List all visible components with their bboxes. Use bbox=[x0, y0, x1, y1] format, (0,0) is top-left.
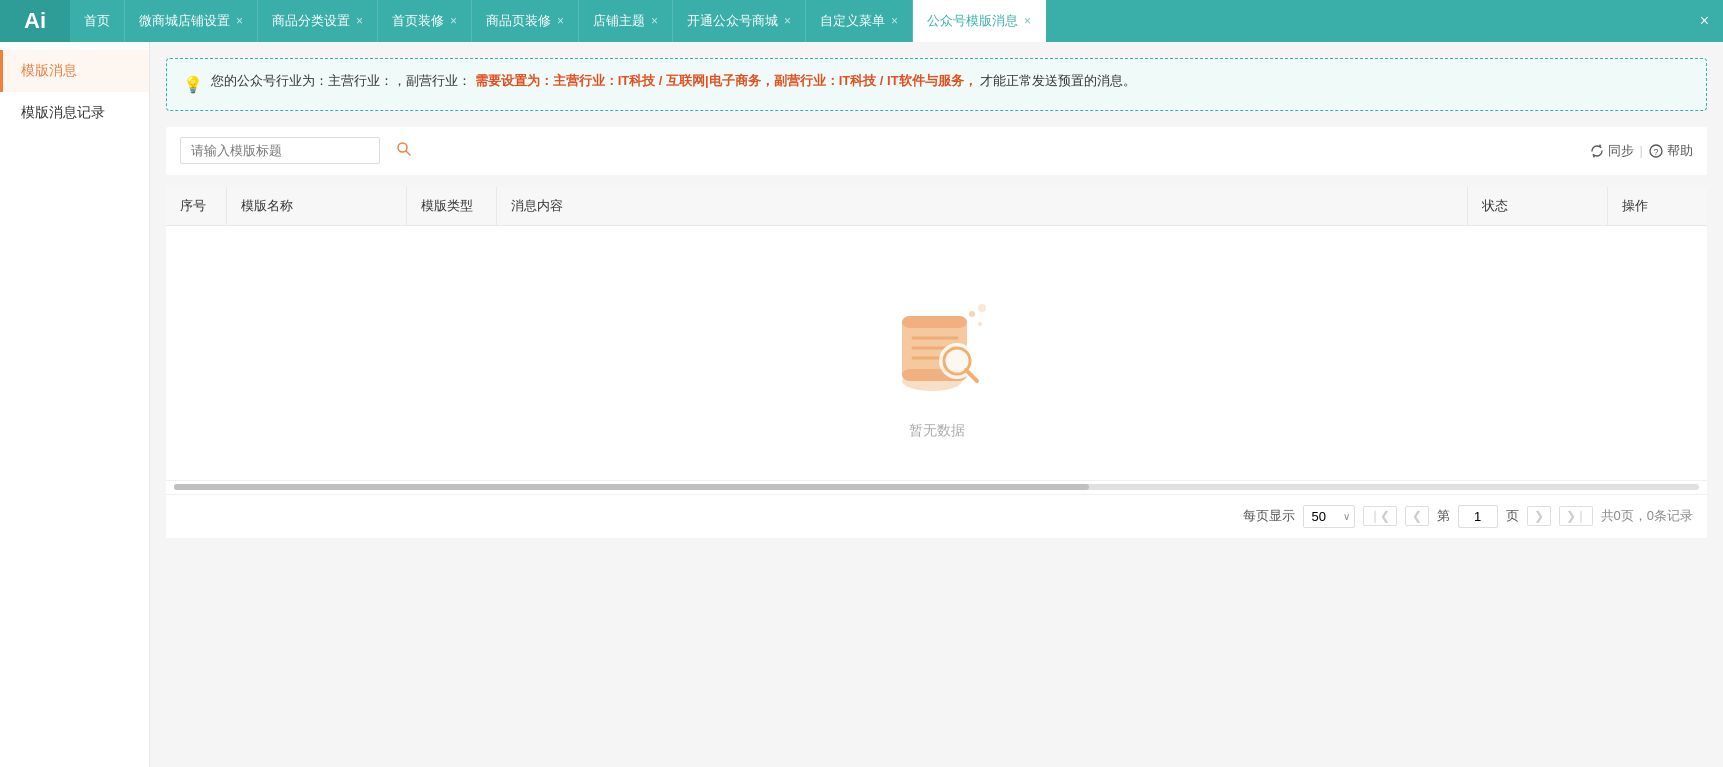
notice-icon: 💡 bbox=[183, 72, 203, 98]
page-unit: 页 bbox=[1506, 507, 1519, 525]
topbar-tab-custom-menu[interactable]: 自定义菜单 × bbox=[806, 0, 913, 42]
col-status: 状态 bbox=[1467, 187, 1607, 226]
topbar-tab-category-settings[interactable]: 商品分类设置 × bbox=[258, 0, 378, 42]
last-page-button[interactable]: ❯❘ bbox=[1559, 506, 1593, 526]
tab-close-shop-theme[interactable]: × bbox=[651, 14, 658, 28]
svg-point-15 bbox=[978, 322, 982, 326]
topbar-tab-template-message[interactable]: 公众号模版消息 × bbox=[913, 0, 1046, 42]
topbar-tabs: 首页微商城店铺设置 ×商品分类设置 ×首页装修 ×商品页装修 ×店铺主题 ×开通… bbox=[70, 0, 1686, 42]
sidebar-item-template-record[interactable]: 模版消息记录 bbox=[0, 92, 149, 134]
sidebar: 模版消息模版消息记录 bbox=[0, 42, 150, 767]
help-icon: ? bbox=[1649, 144, 1663, 158]
content-area: 💡 您的公众号行业为：主营行业：，副营行业： 需要设置为：主营行业：IT科技 /… bbox=[150, 42, 1723, 767]
sync-icon bbox=[1590, 144, 1604, 158]
col-action: 操作 bbox=[1607, 187, 1707, 226]
empty-state: 暂无数据 bbox=[166, 226, 1707, 480]
search-input[interactable] bbox=[180, 137, 380, 164]
search-right: 同步 | ? 帮助 bbox=[1590, 142, 1693, 160]
tab-close-home-decoration[interactable]: × bbox=[450, 14, 457, 28]
svg-rect-6 bbox=[902, 316, 967, 328]
topbar-tab-home[interactable]: 首页 bbox=[70, 0, 125, 42]
page-size-label: 每页显示 bbox=[1243, 507, 1295, 525]
empty-illustration-svg bbox=[877, 286, 997, 406]
scrollbar-thumb[interactable] bbox=[174, 484, 1089, 490]
svg-text:?: ? bbox=[1653, 147, 1658, 157]
divider: | bbox=[1640, 143, 1643, 158]
search-row: 同步 | ? 帮助 bbox=[166, 127, 1707, 175]
scrollbar-track[interactable] bbox=[174, 484, 1699, 490]
topbar: Ai 首页微商城店铺设置 ×商品分类设置 ×首页装修 ×商品页装修 ×店铺主题 … bbox=[0, 0, 1723, 42]
topbar-tab-product-decoration[interactable]: 商品页装修 × bbox=[472, 0, 579, 42]
topbar-tab-home-decoration[interactable]: 首页装修 × bbox=[378, 0, 472, 42]
empty-illustration bbox=[877, 286, 997, 406]
tab-close-open-mall[interactable]: × bbox=[784, 14, 791, 28]
first-page-button[interactable]: ❘❮ bbox=[1363, 506, 1397, 526]
next-page-button[interactable]: ❯ bbox=[1527, 506, 1551, 526]
tab-close-template-message[interactable]: × bbox=[1024, 14, 1031, 28]
total-info: 共0页，0条记录 bbox=[1601, 507, 1693, 525]
sync-button[interactable]: 同步 bbox=[1590, 142, 1634, 160]
search-left bbox=[180, 137, 420, 165]
table-header-row: 序号 模版名称 模版类型 消息内容 状态 操作 bbox=[166, 187, 1707, 226]
prev-page-button[interactable]: ❮ bbox=[1405, 506, 1429, 526]
app-logo: Ai bbox=[0, 0, 70, 42]
scrollbar-area[interactable] bbox=[166, 480, 1707, 494]
search-button[interactable] bbox=[388, 137, 420, 165]
col-index: 序号 bbox=[166, 187, 226, 226]
svg-point-14 bbox=[969, 311, 975, 317]
topbar-tab-shop-theme[interactable]: 店铺主题 × bbox=[579, 0, 673, 42]
svg-line-1 bbox=[406, 151, 410, 155]
notice-text: 您的公众号行业为：主营行业：，副营行业： 需要设置为：主营行业：IT科技 / 互… bbox=[211, 71, 1690, 92]
col-name: 模版名称 bbox=[226, 187, 406, 226]
table-header: 序号 模版名称 模版类型 消息内容 状态 操作 bbox=[166, 187, 1707, 226]
tab-close-custom-menu[interactable]: × bbox=[891, 14, 898, 28]
svg-point-16 bbox=[978, 304, 986, 312]
search-icon bbox=[396, 141, 412, 157]
page-label: 第 bbox=[1437, 507, 1450, 525]
tab-close-shop-settings[interactable]: × bbox=[236, 14, 243, 28]
page-size-wrapper: 50 10 20 100 bbox=[1303, 505, 1355, 528]
sidebar-item-template-msg[interactable]: 模版消息 bbox=[0, 50, 149, 92]
topbar-tab-shop-settings[interactable]: 微商城店铺设置 × bbox=[125, 0, 258, 42]
page-size-select[interactable]: 50 10 20 100 bbox=[1303, 505, 1355, 528]
tab-close-product-decoration[interactable]: × bbox=[557, 14, 564, 28]
help-button[interactable]: ? 帮助 bbox=[1649, 142, 1693, 160]
table-wrapper: 序号 模版名称 模版类型 消息内容 状态 操作 bbox=[166, 187, 1707, 538]
col-content: 消息内容 bbox=[496, 187, 1467, 226]
main-layout: 模版消息模版消息记录 💡 您的公众号行业为：主营行业：，副营行业： 需要设置为：… bbox=[0, 42, 1723, 767]
notice-bar: 💡 您的公众号行业为：主营行业：，副营行业： 需要设置为：主营行业：IT科技 /… bbox=[166, 58, 1707, 111]
topbar-tab-open-mall[interactable]: 开通公众号商城 × bbox=[673, 0, 806, 42]
tab-close-category-settings[interactable]: × bbox=[356, 14, 363, 28]
close-all-button[interactable]: × bbox=[1686, 0, 1723, 42]
empty-text: 暂无数据 bbox=[909, 422, 965, 440]
page-number-input[interactable] bbox=[1458, 505, 1498, 528]
col-type: 模版类型 bbox=[406, 187, 496, 226]
pagination-row: 每页显示 50 10 20 100 ❘❮ ❮ 第 页 ❯ ❯❘ 共0页，0条记录 bbox=[166, 494, 1707, 538]
data-table: 序号 模版名称 模版类型 消息内容 状态 操作 bbox=[166, 187, 1707, 226]
